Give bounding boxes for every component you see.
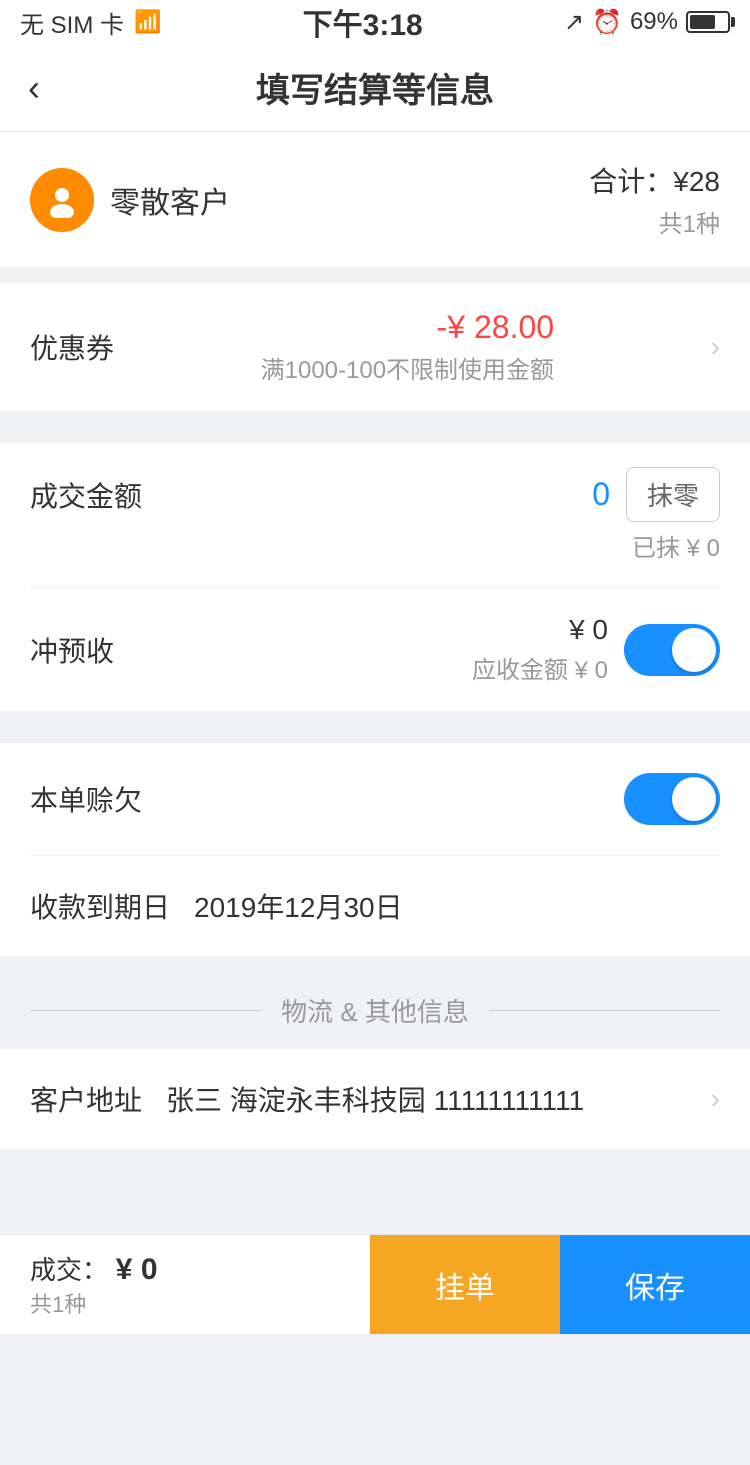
customer-summary: 合计：¥28 共1种	[589, 160, 720, 239]
total-count: 共1种	[589, 204, 720, 239]
transaction-bottom: 已抹 ¥ 0	[30, 522, 720, 563]
back-button[interactable]: ‹	[28, 67, 40, 109]
bottom-bar: 成交： ¥ 0 共1种 挂单 保存	[0, 1234, 750, 1334]
logistics-section-header: 物流 & 其他信息	[0, 972, 750, 1049]
save-label: 保存	[625, 1263, 685, 1307]
customer-row: 零散客户 合计：¥28 共1种	[0, 132, 750, 267]
credit-row: 本单赊欠	[0, 743, 750, 855]
wifi-icon: 📶	[134, 9, 161, 35]
page-title: 填写结算等信息	[256, 63, 494, 112]
credit-toggle-thumb	[672, 777, 716, 821]
battery-icon	[686, 11, 730, 33]
header-line-left	[30, 1010, 261, 1011]
hang-label: 挂单	[435, 1263, 495, 1307]
coupon-row[interactable]: 优惠券 -¥ 28.00 满1000-100不限制使用金额 ›	[0, 283, 750, 411]
prepay-toggle[interactable]	[624, 624, 720, 676]
bottom-deal-amount: ¥ 0	[116, 1253, 158, 1286]
coupon-description: 满1000-100不限制使用金额	[261, 350, 554, 385]
status-right: ↗ ⏰ 69%	[564, 8, 730, 37]
bottom-info: 成交： ¥ 0 共1种	[0, 1235, 370, 1334]
credit-toggle[interactable]	[624, 773, 720, 825]
toggle-thumb	[672, 628, 716, 672]
prepay-sub-amount: 应收金额 ¥ 0	[472, 650, 608, 685]
coupon-card: 优惠券 -¥ 28.00 满1000-100不限制使用金额 ›	[0, 283, 750, 411]
credit-label: 本单赊欠	[30, 779, 142, 819]
battery-fill	[690, 15, 715, 29]
status-bar: 无 SIM 卡 📶 下午3:18 ↗ ⏰ 69%	[0, 0, 750, 44]
transaction-label: 成交金额	[30, 475, 142, 515]
header-line-right	[489, 1010, 720, 1011]
coupon-discount: -¥ 28.00	[437, 309, 554, 346]
chevron-right-icon: ›	[711, 331, 720, 363]
customer-left: 零散客户	[30, 168, 230, 232]
credit-card: 本单赊欠 收款到期日 2019年12月30日	[0, 743, 750, 956]
transaction-value: 0	[592, 476, 610, 513]
due-date-value: 2019年12月30日	[194, 886, 403, 926]
address-card: 客户地址 张三 海淀永丰科技园 11111111111 ›	[0, 1049, 750, 1149]
bottom-deal-label: 成交：	[30, 1255, 108, 1285]
sim-label: 无 SIM 卡	[20, 5, 124, 40]
bottom-deal-row: 成交： ¥ 0	[30, 1250, 370, 1287]
address-value: 张三 海淀永丰科技园 11111111111	[166, 1079, 677, 1119]
section-divider-1	[0, 427, 750, 443]
due-date-label: 收款到期日	[30, 886, 170, 926]
address-chevron-icon: ›	[711, 1083, 720, 1115]
prepay-right: ¥ 0 应收金额 ¥ 0	[472, 614, 720, 685]
avatar	[30, 168, 94, 232]
prepay-amounts: ¥ 0 应收金额 ¥ 0	[472, 614, 608, 685]
section-divider-2	[0, 727, 750, 743]
customer-card: 零散客户 合计：¥28 共1种	[0, 132, 750, 267]
hang-order-button[interactable]: 挂单	[370, 1235, 560, 1334]
due-date-row: 收款到期日 2019年12月30日	[0, 856, 750, 956]
transaction-top: 成交金额 0 抹零	[30, 467, 720, 522]
address-label: 客户地址	[30, 1079, 142, 1119]
status-time: 下午3:18	[303, 0, 423, 44]
battery-label: 69%	[630, 8, 678, 36]
person-icon	[44, 182, 80, 218]
alarm-icon: ⏰	[592, 8, 622, 37]
status-left: 无 SIM 卡 📶	[20, 5, 161, 40]
address-row[interactable]: 客户地址 张三 海淀永丰科技园 11111111111 ›	[0, 1049, 750, 1149]
prepay-row: 冲预收 ¥ 0 应收金额 ¥ 0	[0, 588, 750, 711]
round-zero-button[interactable]: 抹零	[626, 467, 720, 522]
transaction-right: 0 抹零	[592, 467, 720, 522]
transaction-card: 成交金额 0 抹零 已抹 ¥ 0 冲预收 ¥ 0 应收金额 ¥ 0	[0, 443, 750, 711]
logistics-header-text: 物流 & 其他信息	[281, 992, 469, 1029]
transaction-sub: 已抹 ¥ 0	[632, 528, 720, 563]
nav-bar: ‹ 填写结算等信息	[0, 44, 750, 132]
coupon-label: 优惠券	[30, 327, 114, 367]
transaction-row: 成交金额 0 抹零 已抹 ¥ 0	[0, 443, 750, 587]
customer-name: 零散客户	[110, 178, 230, 222]
bottom-count: 共1种	[30, 1287, 370, 1319]
save-button[interactable]: 保存	[560, 1235, 750, 1334]
prepay-label: 冲预收	[30, 630, 114, 670]
prepay-main-amount: ¥ 0	[472, 614, 608, 646]
location-icon: ↗	[564, 8, 584, 37]
coupon-right: -¥ 28.00 满1000-100不限制使用金额	[261, 309, 554, 385]
total-amount: 合计：¥28	[589, 160, 720, 200]
